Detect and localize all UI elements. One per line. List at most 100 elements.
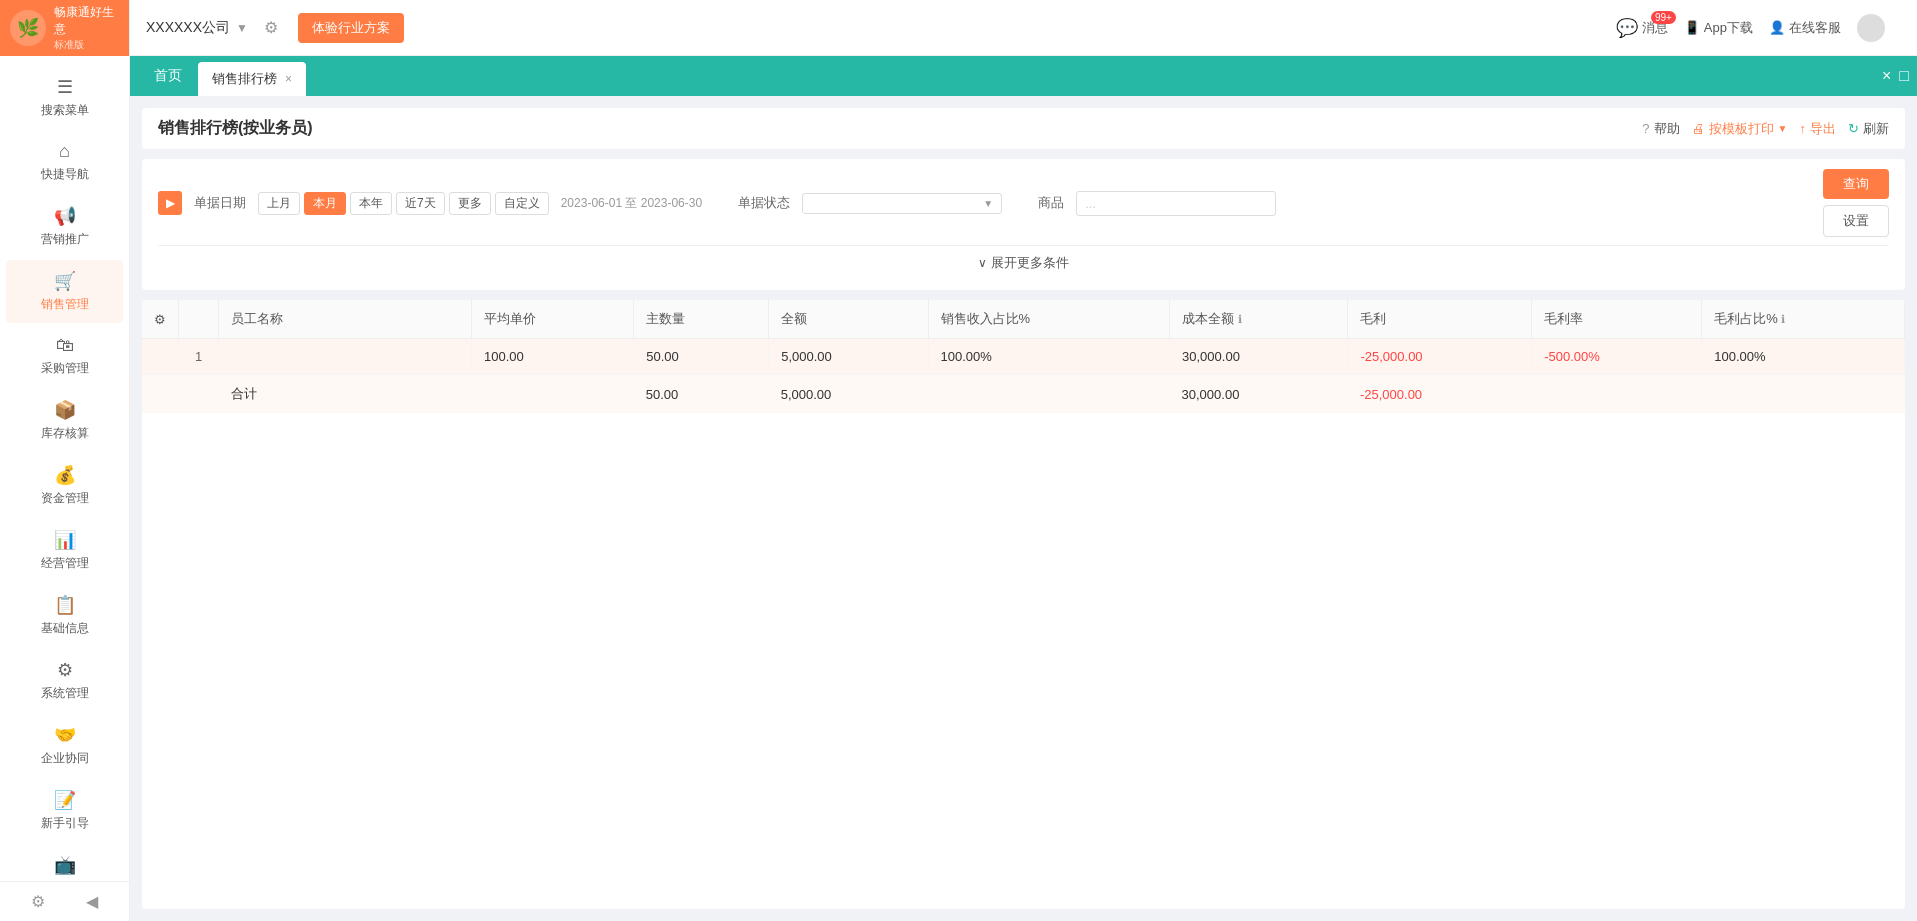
svg-text:🌿: 🌿 [17, 17, 40, 39]
settings-btn[interactable]: 设置 [1823, 205, 1889, 237]
table-container: ⚙ 员工名称 平均单价 主数量 全额 销售收入占比% 成本全额 ℹ [142, 300, 1905, 909]
window-close-btn[interactable]: × [1882, 67, 1891, 85]
gross-pct-info-icon[interactable]: ℹ [1781, 313, 1785, 325]
filter-collapse-btn[interactable]: ▶ [158, 191, 182, 215]
sidebar-item-guide[interactable]: 📝 新手引导 [6, 779, 123, 842]
date-range-display: 2023-06-01 至 2023-06-30 [561, 195, 702, 212]
topbar-gear-icon[interactable]: ⚙ [264, 18, 278, 37]
online-service-btn[interactable]: 👤 在线客服 [1769, 19, 1841, 37]
sidebar-item-app-center[interactable]: 📺 应用中心 [6, 844, 123, 881]
filter-collapse-icon: ▶ [166, 196, 175, 210]
print-icon: 🖨 [1692, 121, 1705, 136]
sidebar-item-cooperation-label: 企业协同 [41, 750, 89, 767]
goods-input[interactable]: ... [1076, 191, 1276, 216]
current-year-btn[interactable]: 本年 [350, 192, 392, 215]
filter-row-1: ▶ 单据日期 上月 本月 本年 近7天 更多 自定义 2023-06-01 至 … [158, 169, 1889, 237]
table-footer-row: 合计 50.00 5,000.00 30,000.00 -25,000.00 [142, 375, 1905, 414]
row-gross-pct: 100.00% [1702, 339, 1905, 375]
help-label: 帮助 [1654, 120, 1680, 138]
sales-rank-table: ⚙ 员工名称 平均单价 主数量 全额 销售收入占比% 成本全额 ℹ [142, 300, 1905, 413]
tab-sales-rank[interactable]: 销售排行榜 × [198, 62, 306, 96]
tab-home[interactable]: 首页 [138, 56, 198, 96]
basic-info-icon: 📋 [54, 594, 76, 616]
sidebar-item-operations[interactable]: 📊 经营管理 [6, 519, 123, 582]
expand-down-icon: ∨ [978, 256, 987, 270]
sidebar-item-marketing[interactable]: 📢 营销推广 [6, 195, 123, 258]
cost-info-icon[interactable]: ℹ [1238, 313, 1242, 325]
search-menu-icon: ☰ [57, 76, 73, 98]
sidebar-item-basic-info[interactable]: 📋 基础信息 [6, 584, 123, 647]
help-icon: ? [1642, 121, 1649, 136]
export-btn[interactable]: ↑ 导出 [1800, 120, 1837, 138]
template-print-btn[interactable]: 🖨 按模板打印 ▼ [1692, 120, 1788, 138]
table-row: 1 100.00 50.00 5,000.00 100.00% 30,000.0… [142, 339, 1905, 375]
inventory-icon: 📦 [54, 399, 76, 421]
more-date-btn[interactable]: 更多 [449, 192, 491, 215]
system-icon: ⚙ [57, 659, 73, 681]
current-month-btn[interactable]: 本月 [304, 192, 346, 215]
row-rank: 1 [179, 339, 219, 375]
status-filter-label: 单据状态 [738, 194, 790, 212]
sales-icon: 🛒 [54, 270, 76, 292]
topbar-right: 💬 消息 99+ 📱 App下载 👤 在线客服 [1616, 14, 1901, 42]
message-badge: 99+ [1651, 11, 1676, 24]
row-cost: 30,000.00 [1170, 339, 1348, 375]
sidebar-item-finance[interactable]: 💰 资金管理 [6, 454, 123, 517]
logo-name: 畅康通好生意 [54, 4, 119, 38]
app-download-btn[interactable]: 📱 App下载 [1684, 19, 1753, 37]
logo-icon: 🌿 [10, 10, 46, 46]
sidebar-item-cooperation[interactable]: 🤝 企业协同 [6, 714, 123, 777]
col-gross-rate: 毛利率 [1532, 300, 1702, 339]
sidebar-item-search[interactable]: ☰ 搜索菜单 [6, 66, 123, 129]
query-btn[interactable]: 查询 [1823, 169, 1889, 199]
expand-more-btn[interactable]: ∨ 展开更多条件 [978, 250, 1069, 276]
purchase-icon: 🛍 [56, 335, 74, 356]
footer-total-amount: 5,000.00 [769, 375, 928, 414]
date-quick-btns: 上月 本月 本年 近7天 更多 自定义 [258, 192, 549, 215]
col-employee-name: 员工名称 [219, 300, 472, 339]
filter-bar: ▶ 单据日期 上月 本月 本年 近7天 更多 自定义 2023-06-01 至 … [142, 159, 1905, 290]
last7-btn[interactable]: 近7天 [396, 192, 445, 215]
last-month-btn[interactable]: 上月 [258, 192, 300, 215]
avatar[interactable] [1857, 14, 1885, 42]
sidebar-item-purchase-label: 采购管理 [41, 360, 89, 377]
page-header: 销售排行榜(按业务员) ? 帮助 🖨 按模板打印 ▼ ↑ 导出 ↻ 刷新 [142, 108, 1905, 149]
trial-btn[interactable]: 体验行业方案 [298, 13, 404, 43]
custom-date-btn[interactable]: 自定义 [495, 192, 549, 215]
sidebar-item-finance-label: 资金管理 [41, 490, 89, 507]
logo-sub: 标准版 [54, 38, 119, 52]
sidebar-item-inventory-label: 库存核算 [41, 425, 89, 442]
company-selector[interactable]: XXXXXX公司 ▼ [146, 19, 248, 37]
help-btn[interactable]: ? 帮助 [1642, 120, 1679, 138]
main-area: XXXXXX公司 ▼ ⚙ 体验行业方案 💬 消息 99+ 📱 App下载 👤 在… [130, 0, 1917, 921]
footer-total-quantity: 50.00 [634, 375, 769, 414]
col-settings[interactable]: ⚙ [142, 300, 179, 339]
col-settings-icon: ⚙ [154, 312, 166, 327]
sidebar-item-operations-label: 经营管理 [41, 555, 89, 572]
footer-empty-5 [1532, 375, 1702, 414]
template-print-label: 按模板打印 [1709, 120, 1774, 138]
col-sales-pct: 销售收入占比% [928, 300, 1170, 339]
message-btn[interactable]: 💬 消息 99+ [1616, 17, 1668, 39]
status-select[interactable]: ▼ [802, 193, 1002, 214]
refresh-icon: ↻ [1848, 121, 1859, 136]
sidebar-logo: 🌿 畅康通好生意 标准版 [0, 0, 129, 56]
row-gross: -25,000.00 [1348, 339, 1532, 375]
sidebar-item-sales[interactable]: 🛒 销售管理 [6, 260, 123, 323]
sidebar-settings-btn[interactable]: ⚙ [31, 892, 45, 911]
sidebar-item-inventory[interactable]: 📦 库存核算 [6, 389, 123, 452]
sidebar-item-purchase[interactable]: 🛍 采购管理 [6, 325, 123, 387]
sidebar-collapse-btn[interactable]: ◀ [86, 892, 98, 911]
expand-more-label: 展开更多条件 [991, 254, 1069, 272]
sidebar-item-system[interactable]: ⚙ 系统管理 [6, 649, 123, 712]
finance-icon: 💰 [54, 464, 76, 486]
footer-empty-6 [1702, 375, 1905, 414]
sidebar-item-sales-label: 销售管理 [41, 296, 89, 313]
row-amount: 5,000.00 [769, 339, 928, 375]
refresh-btn[interactable]: ↻ 刷新 [1848, 120, 1889, 138]
tab-close-icon[interactable]: × [285, 72, 292, 86]
footer-empty-3 [471, 375, 633, 414]
window-maximize-btn[interactable]: □ [1899, 67, 1909, 85]
footer-total-cost: 30,000.00 [1170, 375, 1348, 414]
sidebar-item-quick-nav[interactable]: ⌂ 快捷导航 [6, 131, 123, 193]
